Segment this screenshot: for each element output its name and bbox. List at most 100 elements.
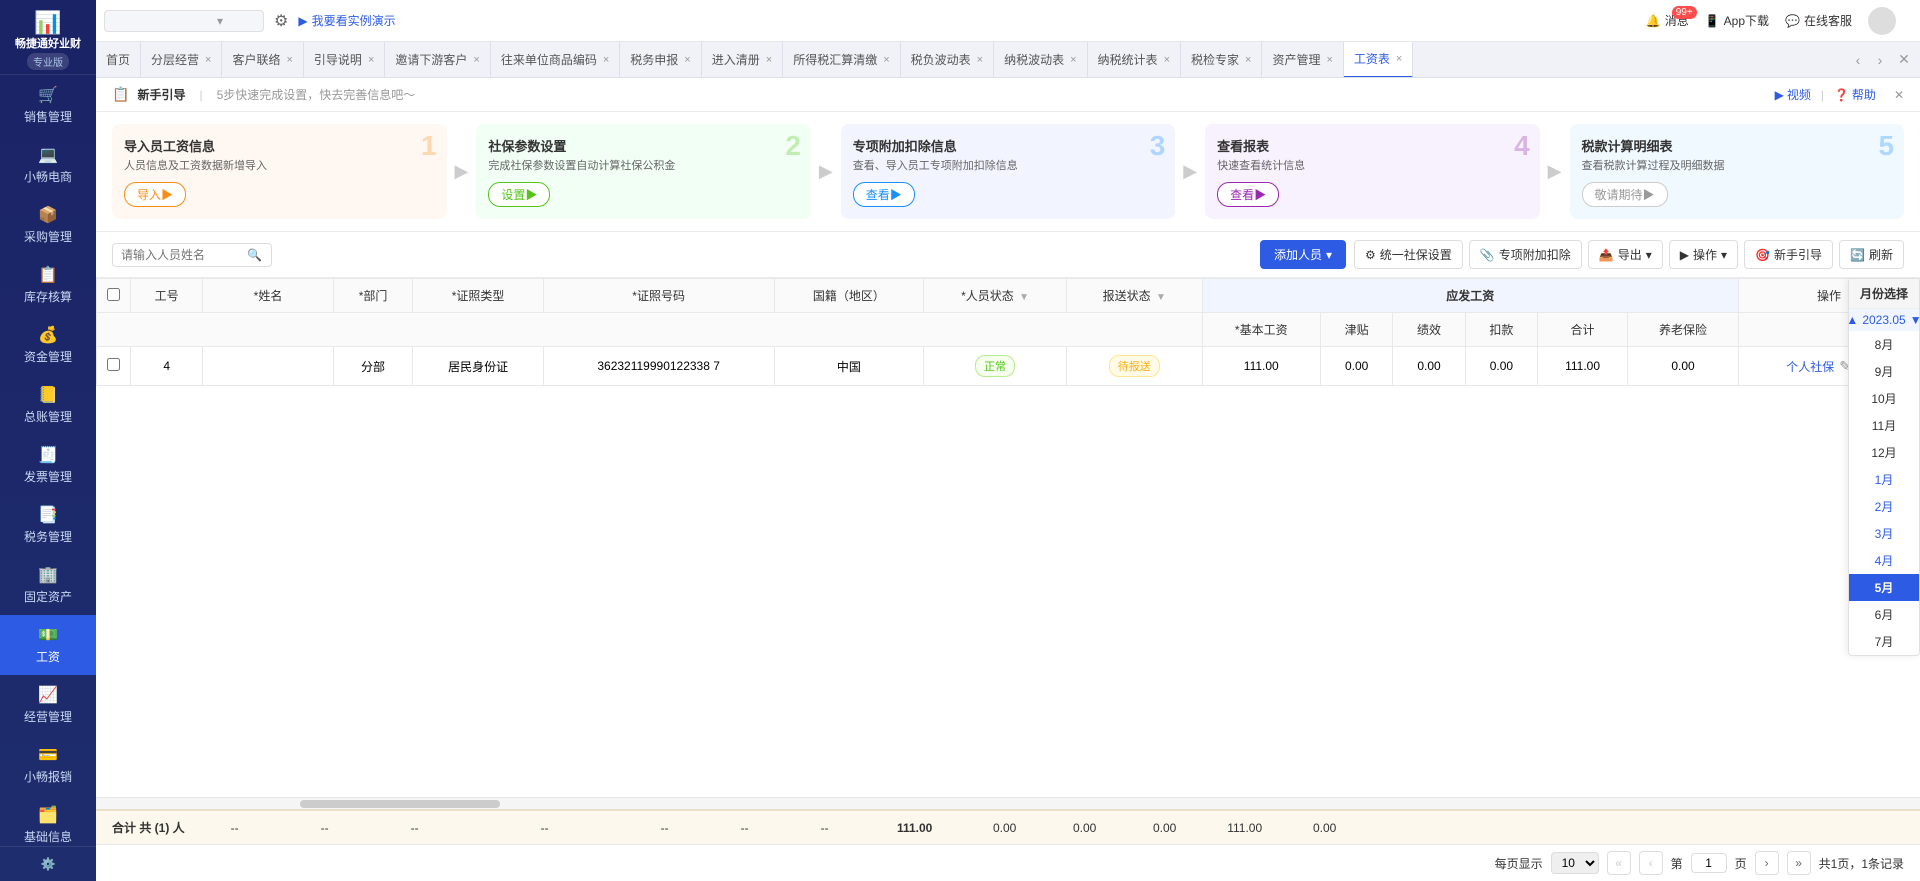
- employee-search-input[interactable]: [121, 248, 241, 262]
- month-item-10[interactable]: 10月: [1849, 385, 1919, 412]
- tab-close-guide_tab[interactable]: ×: [368, 54, 374, 66]
- tab-scroll-left[interactable]: ‹: [1848, 50, 1868, 70]
- month-item-8[interactable]: 8月: [1849, 331, 1919, 358]
- sidebar-settings[interactable]: ⚙️: [0, 846, 96, 881]
- month-item-2[interactable]: 2月: [1849, 493, 1919, 520]
- tab-tax_stat2[interactable]: 纳税波动表×: [994, 42, 1087, 78]
- year-up-arrow[interactable]: ▲: [1846, 313, 1858, 327]
- sidebar-item-assets[interactable]: 🏢固定资产: [0, 555, 96, 615]
- month-item-3[interactable]: 3月: [1849, 520, 1919, 547]
- app-download-btn[interactable]: 📱 App下载: [1705, 12, 1769, 29]
- step-btn-step5[interactable]: 敬请期待▶: [1582, 182, 1668, 207]
- search-dropdown-icon[interactable]: ▾: [217, 14, 223, 28]
- month-item-7[interactable]: 7月: [1849, 628, 1919, 655]
- close-all-tabs-btn[interactable]: ✕: [1892, 48, 1916, 72]
- tab-tax_expert[interactable]: 税检专家×: [1181, 42, 1262, 78]
- notice-btn[interactable]: 🔔 消息 99+: [1646, 12, 1689, 29]
- tab-close-tax_stat2[interactable]: ×: [1070, 54, 1076, 66]
- tab-tax_stat3[interactable]: 纳税统计表×: [1088, 42, 1181, 78]
- tab-close-salary_tab[interactable]: ×: [1396, 53, 1402, 65]
- toolbar-setting-btn[interactable]: ⚙统一社保设置: [1354, 240, 1463, 269]
- search-icon[interactable]: 🔍: [247, 248, 262, 262]
- toolbar-special-btn[interactable]: 📎专项附加扣除: [1469, 240, 1582, 269]
- tab-close-asset_mgmt[interactable]: ×: [1326, 54, 1332, 66]
- sidebar-item-invoice[interactable]: 🧾发票管理: [0, 435, 96, 495]
- sidebar-item-salary[interactable]: 💵工资: [0, 615, 96, 675]
- sidebar-item-ecommerce[interactable]: 💻小畅电商: [0, 135, 96, 195]
- month-item-6[interactable]: 6月: [1849, 601, 1919, 628]
- sidebar-item-basic[interactable]: 🗂️基础信息: [0, 795, 96, 846]
- sidebar-item-inventory[interactable]: 📋库存核算: [0, 255, 96, 315]
- tab-taxreport[interactable]: 税务申报×: [620, 42, 701, 78]
- month-item-4[interactable]: 4月: [1849, 547, 1919, 574]
- tab-close-customer[interactable]: ×: [286, 54, 292, 66]
- tab-invite[interactable]: 邀请下游客户×: [385, 42, 490, 78]
- tab-close-tax_expert[interactable]: ×: [1245, 54, 1251, 66]
- tab-customer[interactable]: 客户联络×: [222, 42, 303, 78]
- sidebar-item-operation[interactable]: 📈经营管理: [0, 675, 96, 735]
- page-next-next-btn[interactable]: »: [1787, 851, 1811, 875]
- page-next-btn[interactable]: ›: [1755, 851, 1779, 875]
- action-social-insurance-0[interactable]: 个人社保: [1786, 360, 1834, 374]
- topbar-search-input[interactable]: [113, 14, 213, 28]
- tab-close-division[interactable]: ×: [205, 54, 211, 66]
- tab-close-taxreport[interactable]: ×: [684, 54, 690, 66]
- sidebar-item-sales[interactable]: 🛒销售管理: [0, 75, 96, 135]
- tab-division[interactable]: 分层经营×: [141, 42, 222, 78]
- sidebar-item-ledger[interactable]: 📒总账管理: [0, 375, 96, 435]
- tab-close-goods[interactable]: ×: [603, 54, 609, 66]
- status-filter-icon[interactable]: ▼: [1019, 292, 1029, 303]
- topbar-search-box[interactable]: ▾: [104, 10, 264, 32]
- year-down-arrow[interactable]: ▼: [1910, 313, 1920, 327]
- tab-tax_calc[interactable]: 所得税汇算清缴×: [783, 42, 900, 78]
- tab-close-qingce[interactable]: ×: [766, 54, 772, 66]
- month-item-11[interactable]: 11月: [1849, 412, 1919, 439]
- tab-salary_tab[interactable]: 工资表×: [1344, 42, 1413, 78]
- tab-tax_exempt[interactable]: 税负波动表×: [901, 42, 994, 78]
- sidebar-item-purchase[interactable]: 📦采购管理: [0, 195, 96, 255]
- service-btn[interactable]: 💬 在线客服: [1785, 12, 1852, 29]
- guide-video-btn[interactable]: ▶ 视频: [1775, 86, 1811, 103]
- user-avatar[interactable]: [1868, 7, 1896, 35]
- guide-help-btn[interactable]: ❓ 帮助: [1834, 86, 1876, 103]
- add-employee-btn[interactable]: 添加人员 ▾: [1260, 240, 1346, 269]
- month-item-12[interactable]: 12月: [1849, 439, 1919, 466]
- step-btn-step3[interactable]: 查看▶: [853, 182, 915, 207]
- tab-close-invite[interactable]: ×: [473, 54, 479, 66]
- tab-close-tax_exempt[interactable]: ×: [977, 54, 983, 66]
- employee-search-box[interactable]: 🔍: [112, 243, 272, 267]
- guide-close-btn[interactable]: ✕: [1894, 88, 1904, 102]
- sidebar-item-tax[interactable]: 📑税务管理: [0, 495, 96, 555]
- toolbar-export-btn[interactable]: 📤导出 ▾: [1588, 240, 1663, 269]
- per-page-select[interactable]: 10 20 50: [1551, 852, 1599, 874]
- sidebar-item-finance[interactable]: 💰资金管理: [0, 315, 96, 375]
- toolbar-operate-btn[interactable]: ▶操作 ▾: [1669, 240, 1738, 269]
- month-item-1[interactable]: 1月: [1849, 466, 1919, 493]
- month-item-5[interactable]: 5月: [1849, 574, 1919, 601]
- tab-guide_tab[interactable]: 引导说明×: [304, 42, 385, 78]
- tab-close-tax_calc[interactable]: ×: [883, 54, 889, 66]
- step-btn-step1[interactable]: 导入▶: [124, 182, 186, 207]
- toolbar-new_guide-btn[interactable]: 🎯新手引导: [1744, 240, 1833, 269]
- sidebar-item-xiaochang[interactable]: 💳小畅报销: [0, 735, 96, 795]
- horizontal-scrollbar[interactable]: [96, 797, 1920, 809]
- step-btn-step4[interactable]: 查看▶: [1217, 182, 1279, 207]
- select-all-checkbox[interactable]: [107, 288, 120, 301]
- toolbar-refresh-btn[interactable]: 🔄刷新: [1839, 240, 1904, 269]
- tab-qingce[interactable]: 进入清册×: [702, 42, 783, 78]
- topbar-demo-btn[interactable]: ▶ 我要看实例演示: [298, 12, 395, 29]
- tab-scroll-right[interactable]: ›: [1870, 50, 1890, 70]
- submit-filter-icon[interactable]: ▼: [1156, 292, 1166, 303]
- tab-asset_mgmt[interactable]: 资产管理×: [1262, 42, 1343, 78]
- page-input[interactable]: [1691, 853, 1727, 873]
- tab-goods[interactable]: 往来单位商品编码×: [491, 42, 620, 78]
- month-item-9[interactable]: 9月: [1849, 358, 1919, 385]
- tab-close-tax_stat3[interactable]: ×: [1164, 54, 1170, 66]
- step-btn-step2[interactable]: 设置▶: [488, 182, 550, 207]
- scrollbar-thumb[interactable]: [300, 800, 500, 808]
- page-prev-btn[interactable]: ‹: [1639, 851, 1663, 875]
- page-prev-prev-btn[interactable]: «: [1607, 851, 1631, 875]
- tab-home[interactable]: 首页: [96, 42, 141, 78]
- topbar-settings-icon[interactable]: ⚙: [274, 11, 288, 31]
- row-checkbox-0[interactable]: [107, 358, 120, 371]
